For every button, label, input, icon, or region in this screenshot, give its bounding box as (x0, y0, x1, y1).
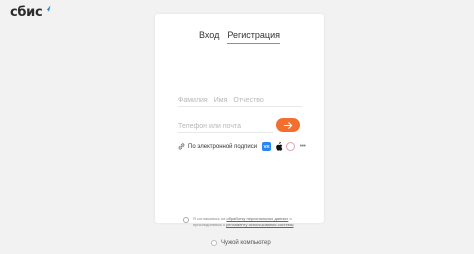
alternative-login-row: По электронной подписи VK ••• (178, 142, 307, 151)
logo-text: сбис (10, 5, 43, 20)
electronic-signature-link[interactable]: По электронной подписи (178, 143, 257, 150)
logo[interactable]: сбис (10, 5, 51, 20)
tab-login[interactable]: Вход (199, 30, 219, 43)
full-name-fields: Фамилия Имя Отчество (178, 97, 302, 107)
phone-or-email-input[interactable] (178, 121, 273, 133)
foreign-computer-radio[interactable] (211, 240, 217, 246)
gosuslugi-icon[interactable] (286, 142, 296, 151)
name-field[interactable]: Имя (214, 97, 228, 104)
vk-icon[interactable]: VK (262, 142, 272, 151)
patronymic-field[interactable]: Отчество (233, 97, 263, 104)
consent-checkbox[interactable] (183, 217, 189, 223)
electronic-signature-label: По электронной подписи (188, 143, 258, 150)
apple-icon[interactable] (274, 142, 283, 151)
consent-block: Я соглашаюсь на обработку персональных д… (183, 216, 310, 227)
personal-data-link[interactable]: обработку персональных данных (226, 216, 288, 221)
social-logins: VK ••• (262, 142, 307, 151)
more-icon[interactable]: ••• (298, 142, 307, 151)
foreign-computer-option[interactable]: Чужой компьютер (211, 240, 271, 246)
tab-registration[interactable]: Регистрация (227, 30, 280, 44)
foreign-computer-label: Чужой компьютер (221, 240, 271, 246)
logo-mark-icon (43, 5, 51, 12)
auth-tabs: Вход Регистрация (155, 30, 324, 44)
surname-field[interactable]: Фамилия (178, 97, 208, 104)
registration-card: Вход Регистрация Фамилия Имя Отчество По… (155, 14, 324, 227)
submit-arrow-button[interactable] (276, 118, 300, 132)
consent-text: Я соглашаюсь на обработку персональных д… (193, 216, 294, 227)
arrow-right-icon (283, 121, 292, 129)
link-icon (178, 143, 185, 150)
system-rules-link[interactable]: регламенту использования системы (226, 222, 293, 227)
